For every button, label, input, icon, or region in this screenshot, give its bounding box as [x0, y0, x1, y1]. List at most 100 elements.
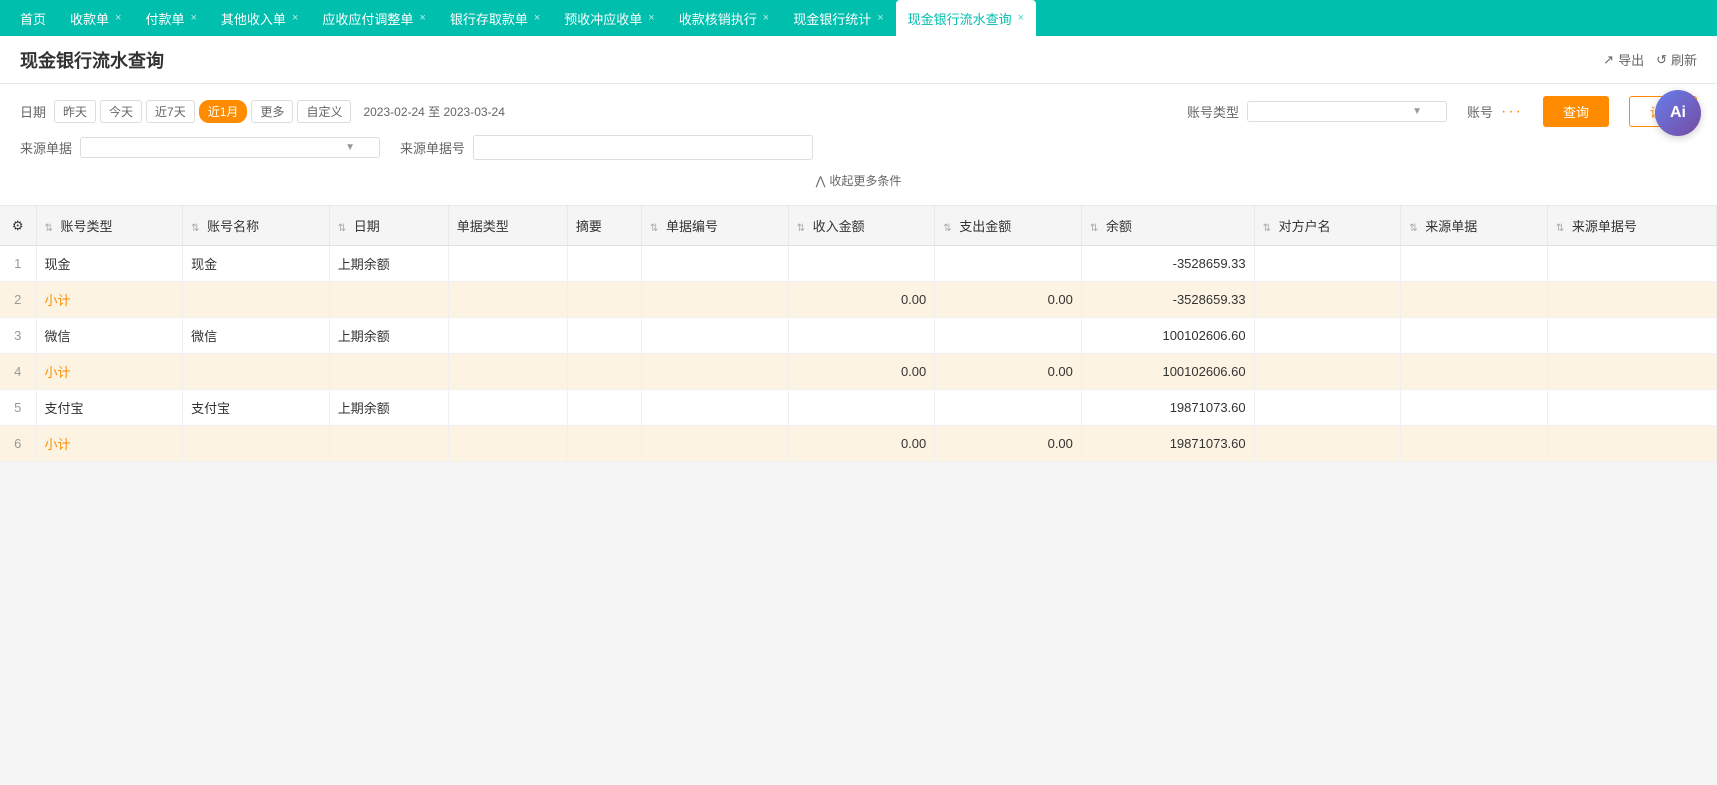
nav-prepay-offset[interactable]: 预收冲应收单 × [552, 0, 666, 36]
nav-cash-bank-stat-close[interactable]: × [877, 12, 883, 24]
account-dots-button[interactable]: ··· [1501, 103, 1523, 121]
nav-other-income-label: 其他收入单 [221, 9, 286, 28]
nav-home[interactable]: 首页 [8, 0, 58, 36]
export-button[interactable]: ↗ 导出 [1603, 50, 1644, 69]
col-doc-no[interactable]: ⇅ 单据编号 [641, 206, 788, 246]
cell-doc-type [448, 282, 567, 318]
table-row[interactable]: 6小计0.000.0019871073.60 [0, 426, 1717, 462]
source-doc-no-input[interactable] [473, 135, 813, 160]
col-source-doc[interactable]: ⇅ 来源单据 [1401, 206, 1548, 246]
col-source-doc-no[interactable]: ⇅ 来源单据号 [1547, 206, 1716, 246]
source-doc-filter-group: 来源单据 ▼ [20, 137, 380, 158]
nav-cash-bank-flow-close[interactable]: × [1018, 12, 1024, 24]
export-label: 导出 [1618, 50, 1644, 69]
nav-receipt[interactable]: 收款单 × [58, 0, 133, 36]
ai-assistant-button[interactable]: Ai [1655, 90, 1701, 136]
nav-payment[interactable]: 付款单 × [133, 0, 208, 36]
account-type-select[interactable]: ▼ [1247, 101, 1447, 122]
refresh-icon: ↺ [1656, 52, 1667, 68]
cell-doc-no [641, 390, 788, 426]
row-num: 3 [0, 318, 36, 354]
nav-bank-deposit[interactable]: 银行存取款单 × [438, 0, 552, 36]
date-label: 日期 [20, 102, 46, 121]
table-row[interactable]: 4小计0.000.00100102606.60 [0, 354, 1717, 390]
nav-other-income-close[interactable]: × [292, 12, 298, 24]
col-income[interactable]: ⇅ 收入金额 [788, 206, 935, 246]
account-label: 账号 [1467, 102, 1493, 121]
nav-collection-exec[interactable]: 收款核销执行 × [667, 0, 781, 36]
nav-receivable-adjust[interactable]: 应收应付调整单 × [310, 0, 437, 36]
nav-bank-deposit-close[interactable]: × [534, 12, 540, 24]
cell-source-doc [1401, 318, 1548, 354]
cell-expense: 0.00 [935, 354, 1082, 390]
nav-cash-bank-stat-label: 现金银行统计 [793, 9, 871, 28]
nav-cash-bank-stat[interactable]: 现金银行统计 × [781, 0, 895, 36]
table-row[interactable]: 2小计0.000.00-3528659.33 [0, 282, 1717, 318]
cell-balance: 100102606.60 [1081, 318, 1254, 354]
nav-payment-close[interactable]: × [190, 12, 196, 24]
col-account-name[interactable]: ⇅ 账号名称 [183, 206, 330, 246]
cell-source-doc [1401, 390, 1548, 426]
cell-source-doc-no [1547, 426, 1716, 462]
query-button[interactable]: 查询 [1543, 96, 1609, 127]
cell-account-type: 小计 [36, 354, 183, 390]
col-expense[interactable]: ⇅ 支出金额 [935, 206, 1082, 246]
cell-source-doc-no [1547, 246, 1716, 282]
sort-source-doc-no-icon: ⇅ [1556, 223, 1564, 234]
cell-date [329, 354, 448, 390]
nav-prepay-offset-close[interactable]: × [648, 12, 654, 24]
cell-account-name: 支付宝 [183, 390, 330, 426]
cell-doc-type [448, 246, 567, 282]
collapse-bar[interactable]: ⋀ 收起更多条件 [20, 168, 1697, 193]
col-counterparty[interactable]: ⇅ 对方户名 [1254, 206, 1401, 246]
source-doc-select[interactable]: ▼ [80, 137, 380, 158]
nav-other-income[interactable]: 其他收入单 × [209, 0, 310, 36]
cell-date: 上期余额 [329, 390, 448, 426]
cell-income [788, 318, 935, 354]
date-7days[interactable]: 近7天 [146, 100, 195, 123]
date-more[interactable]: 更多 [251, 100, 293, 123]
account-type-label: 账号类型 [1187, 102, 1239, 121]
date-yesterday[interactable]: 昨天 [54, 100, 96, 123]
cell-source-doc [1401, 426, 1548, 462]
page-title: 现金银行流水查询 [20, 47, 164, 73]
cell-expense: 0.00 [935, 282, 1082, 318]
refresh-button[interactable]: ↺ 刷新 [1656, 50, 1697, 69]
table-row[interactable]: 3微信微信上期余额100102606.60 [0, 318, 1717, 354]
sort-income-icon: ⇅ [797, 223, 805, 234]
cell-expense: 0.00 [935, 426, 1082, 462]
col-balance[interactable]: ⇅ 余额 [1081, 206, 1254, 246]
filter-row-1: 日期 昨天 今天 近7天 近1月 更多 自定义 2023-02-24 至 202… [20, 96, 1697, 127]
cell-balance: -3528659.33 [1081, 282, 1254, 318]
date-1month[interactable]: 近1月 [199, 100, 248, 123]
sort-source-doc-icon: ⇅ [1409, 223, 1417, 234]
col-account-type[interactable]: ⇅ 账号类型 [36, 206, 183, 246]
collapse-label: 收起更多条件 [829, 172, 901, 189]
nav-collection-exec-close[interactable]: × [763, 12, 769, 24]
cell-doc-no [641, 246, 788, 282]
col-settings[interactable]: ⚙ [0, 206, 36, 246]
nav-cash-bank-flow[interactable]: 现金银行流水查询 × [896, 0, 1036, 36]
table-row[interactable]: 5支付宝支付宝上期余额19871073.60 [0, 390, 1717, 426]
date-custom[interactable]: 自定义 [297, 100, 351, 123]
nav-payment-label: 付款单 [145, 9, 184, 28]
nav-receipt-label: 收款单 [70, 9, 109, 28]
nav-collection-exec-label: 收款核销执行 [679, 9, 757, 28]
account-filter-group: 账号 ··· [1467, 102, 1523, 121]
cell-source-doc [1401, 354, 1548, 390]
date-today[interactable]: 今天 [100, 100, 142, 123]
source-doc-arrow: ▼ [345, 142, 355, 153]
cell-doc-type [448, 318, 567, 354]
table-row[interactable]: 1现金现金上期余额-3528659.33 [0, 246, 1717, 282]
sort-date-icon: ⇅ [338, 223, 346, 234]
sort-account-name-icon: ⇅ [191, 223, 199, 234]
nav-cash-bank-flow-label: 现金银行流水查询 [908, 9, 1012, 28]
cell-balance: -3528659.33 [1081, 246, 1254, 282]
cell-summary [567, 390, 641, 426]
row-num: 6 [0, 426, 36, 462]
nav-receivable-adjust-close[interactable]: × [419, 12, 425, 24]
col-date[interactable]: ⇅ 日期 [329, 206, 448, 246]
nav-receipt-close[interactable]: × [115, 12, 121, 24]
cell-balance: 19871073.60 [1081, 426, 1254, 462]
header-actions: ↗ 导出 ↺ 刷新 [1603, 50, 1697, 69]
